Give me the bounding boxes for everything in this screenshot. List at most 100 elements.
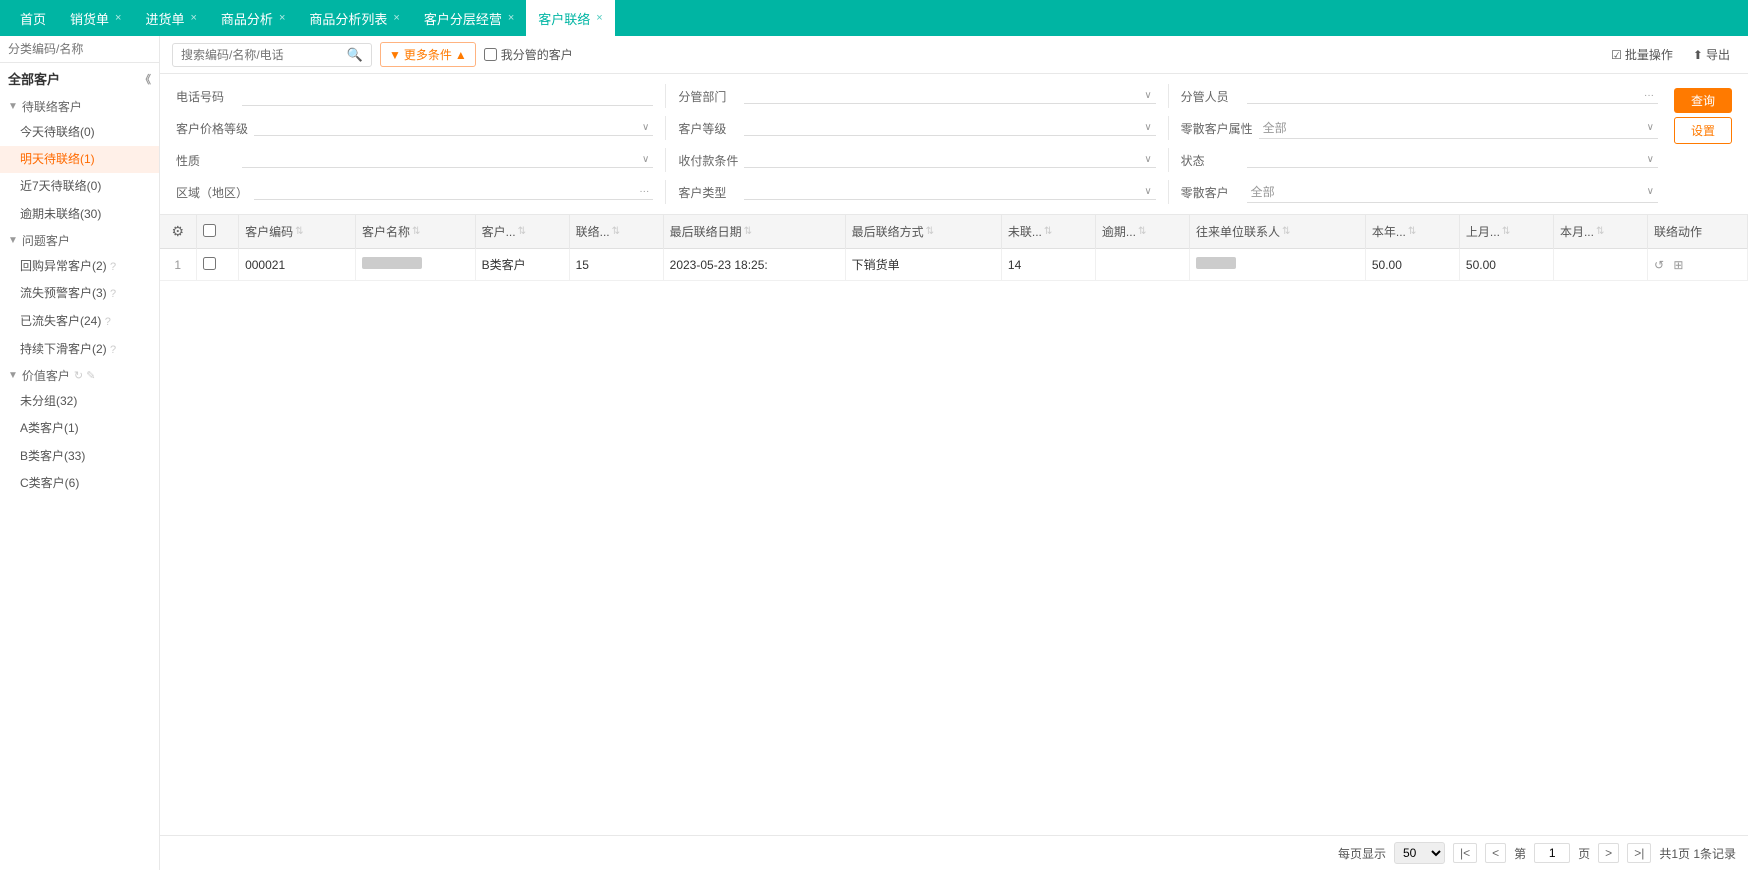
export-button[interactable]: ⬆ 导出 — [1687, 43, 1736, 66]
filter-field-price-level: 客户价格等级 ∨ — [176, 120, 653, 137]
close-icon[interactable]: × — [393, 12, 399, 24]
sort-icon[interactable]: ⇅ — [612, 226, 620, 237]
cell-overdue — [1095, 249, 1189, 281]
sort-icon[interactable]: ⇅ — [1596, 226, 1604, 237]
per-page-select[interactable]: 50 100 200 — [1394, 842, 1445, 864]
last-page-button[interactable]: >| — [1627, 843, 1651, 863]
next-page-button[interactable]: > — [1598, 843, 1619, 863]
per-page-label: 每页显示 — [1338, 845, 1386, 862]
cell-index: 1 — [160, 249, 196, 281]
action-icon-2[interactable]: ⊞ — [1673, 258, 1683, 272]
region-select[interactable]: ··· — [254, 184, 653, 200]
price-level-select[interactable]: ∨ — [254, 120, 653, 136]
close-icon[interactable]: × — [279, 12, 285, 24]
person-select[interactable]: ··· — [1247, 88, 1658, 104]
retail-customer-select[interactable]: 全部 ∨ — [1247, 181, 1658, 203]
action-icon-1[interactable]: ↺ — [1654, 258, 1664, 272]
col-this-year: 本年... ⇅ — [1365, 215, 1459, 249]
toolbar-right: ☑ 批量操作 ⬆ 导出 — [1605, 43, 1736, 66]
sort-icon[interactable]: ⇅ — [295, 226, 303, 237]
chevron-down-icon: ∨ — [1647, 186, 1654, 197]
sort-icon[interactable]: ⇅ — [744, 226, 752, 237]
status-select[interactable]: ∨ — [1247, 152, 1658, 168]
my-customers-checkbox[interactable] — [484, 48, 497, 61]
sidebar-item-class-a[interactable]: A类客户(1) — [0, 415, 159, 442]
bulk-action-button[interactable]: ☑ 批量操作 — [1605, 43, 1679, 66]
retail-attr-select[interactable]: 全部 ∨ — [1259, 117, 1658, 139]
set-button[interactable]: 设置 — [1674, 117, 1732, 144]
sidebar-item-churn-warning[interactable]: 流失预警客户(3) ? — [0, 280, 159, 308]
sidebar-item-overdue[interactable]: 逾期未联络(30) — [0, 201, 159, 228]
sort-icon[interactable]: ⇅ — [412, 226, 420, 237]
cell-this-month — [1553, 249, 1647, 281]
sidebar-item-ungrouped[interactable]: 未分组(32) — [0, 388, 159, 415]
sidebar-group-pending[interactable]: ▼ 待联络客户 — [0, 94, 159, 119]
last-contact-link[interactable]: 下销货单 — [852, 258, 900, 272]
customer-type-select[interactable]: ∨ — [744, 184, 1155, 200]
more-icon: ··· — [639, 186, 649, 197]
filter-row-4: 区域（地区） ··· 客户类型 ∨ — [176, 180, 1658, 204]
col-checkbox — [196, 215, 239, 249]
my-customers-checkbox-label[interactable]: 我分管的客户 — [484, 46, 573, 63]
chevron-down-icon: ∨ — [642, 122, 649, 133]
close-icon[interactable]: × — [115, 12, 121, 24]
customer-level-select[interactable]: ∨ — [744, 120, 1155, 136]
sidebar-item-7days[interactable]: 近7天待联络(0) — [0, 173, 159, 200]
first-page-button[interactable]: |< — [1453, 843, 1477, 863]
nav-product-analysis[interactable]: 商品分析 × — [209, 0, 297, 36]
col-contacts: 联络... ⇅ — [569, 215, 663, 249]
customer-table: ⚙ 客户编码 ⇅ 客户名称 — [160, 215, 1748, 281]
nav-home[interactable]: 首页 — [8, 0, 58, 36]
col-overdue: 逾期... ⇅ — [1095, 215, 1189, 249]
sidebar-group-value[interactable]: ▼ 价值客户 ↻ ✎ — [0, 363, 159, 388]
close-icon[interactable]: × — [508, 12, 514, 24]
table-footer: 每页显示 50 100 200 |< < 第 页 > >| 共1页 1条记录 — [160, 835, 1748, 870]
payment-select[interactable]: ∨ — [744, 152, 1155, 168]
search-icon[interactable]: 🔍 — [347, 47, 363, 63]
prev-page-button[interactable]: < — [1485, 843, 1506, 863]
nature-select[interactable]: ∨ — [242, 152, 653, 168]
sidebar-item-class-c[interactable]: C类客户(6) — [0, 470, 159, 497]
filter-field-payment: 收付款条件 ∨ — [678, 152, 1155, 169]
caret-up-icon: ▲ — [455, 48, 467, 62]
nav-customer-tier[interactable]: 客户分层经营 × — [412, 0, 526, 36]
cell-last-contact-date: 2023-05-23 18:25: — [663, 249, 845, 281]
collapse-icon: 《 — [140, 71, 151, 87]
sort-icon[interactable]: ⇅ — [1408, 226, 1416, 237]
page-number-input[interactable] — [1534, 843, 1570, 863]
select-all-checkbox[interactable] — [203, 224, 216, 237]
sort-icon[interactable]: ⇅ — [926, 226, 934, 237]
nav-customer-contact[interactable]: 客户联络 × — [526, 0, 614, 36]
toolbar: 🔍 ▼ 更多条件 ▲ 我分管的客户 ☑ 批量操作 ⬆ 导出 — [160, 36, 1748, 74]
phone-input[interactable] — [242, 87, 653, 106]
sort-icon[interactable]: ⇅ — [1502, 226, 1510, 237]
sort-icon[interactable]: ⇅ — [518, 226, 526, 237]
nav-product-analysis-list[interactable]: 商品分析列表 × — [297, 0, 411, 36]
more-filter-button[interactable]: ▼ 更多条件 ▲ — [380, 42, 476, 67]
sidebar-item-repurchase-abnormal[interactable]: 回购异常客户(2) ? — [0, 253, 159, 281]
sidebar-item-churned[interactable]: 已流失客户(24) ? — [0, 308, 159, 336]
close-icon[interactable]: × — [596, 12, 602, 24]
nav-purchase[interactable]: 进货单 × — [133, 0, 208, 36]
sidebar-group-problem[interactable]: ▼ 问题客户 — [0, 228, 159, 253]
sidebar-item-tomorrow[interactable]: 明天待联络(1) — [0, 146, 159, 173]
sort-icon[interactable]: ⇅ — [1282, 226, 1290, 237]
dept-select[interactable]: ∨ — [744, 88, 1155, 104]
sidebar-item-class-b[interactable]: B类客户(33) — [0, 443, 159, 470]
sidebar-item-today[interactable]: 今天待联络(0) — [0, 119, 159, 146]
sidebar-all-customers[interactable]: 全部客户 《 — [0, 63, 159, 94]
close-icon[interactable]: × — [190, 12, 196, 24]
toolbar-search-input[interactable] — [181, 48, 347, 62]
checkbox-icon: ☑ — [1611, 48, 1622, 62]
cell-this-year: 50.00 — [1365, 249, 1459, 281]
sidebar-item-declining[interactable]: 持续下滑客户(2) ? — [0, 336, 159, 364]
sidebar-search-input[interactable] — [8, 42, 160, 56]
query-button[interactable]: 查询 — [1674, 88, 1732, 113]
nav-sales[interactable]: 销货单 × — [58, 0, 133, 36]
cell-code: 000021 — [239, 249, 356, 281]
col-partner-contact: 往来单位联系人 ⇅ — [1189, 215, 1365, 249]
sort-icon[interactable]: ⇅ — [1044, 226, 1052, 237]
sort-icon[interactable]: ⇅ — [1138, 226, 1146, 237]
gear-icon[interactable]: ⚙ — [171, 223, 184, 239]
row-checkbox[interactable] — [203, 257, 216, 270]
